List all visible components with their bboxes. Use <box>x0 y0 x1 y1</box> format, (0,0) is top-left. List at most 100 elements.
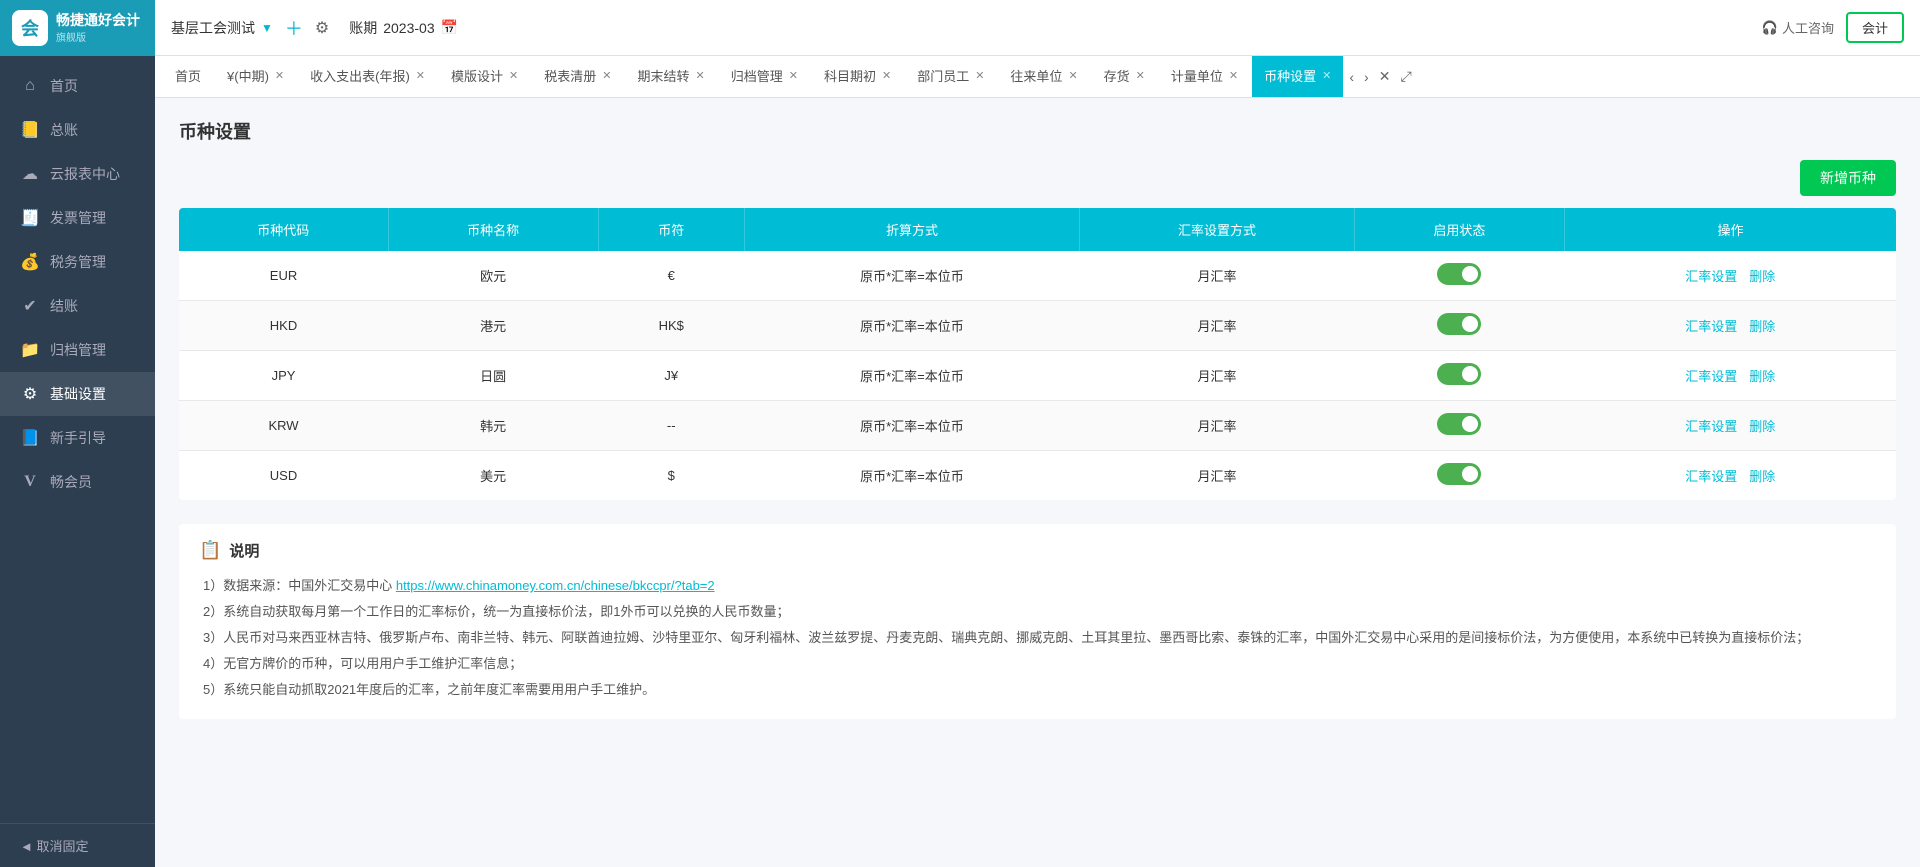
tab-close-icon[interactable]: ✕ <box>975 69 984 82</box>
close-all-tabs-button[interactable]: ✕ <box>1375 64 1395 89</box>
notice-section: 📋 说明 1）数据来源：中国外汇交易中心 https://www.chinamo… <box>179 524 1896 719</box>
calendar-icon: 📅 <box>441 19 458 36</box>
chinamoney-link[interactable]: https://www.chinamoney.com.cn/chinese/bk… <box>396 578 715 593</box>
member-icon: V <box>20 473 40 491</box>
sidebar-pin-toggle[interactable]: ◄ 取消固定 <box>0 823 155 867</box>
page-title: 币种设置 <box>179 118 1896 144</box>
cell-actions: 汇率设置删除 <box>1564 451 1896 501</box>
enabled-toggle[interactable] <box>1437 463 1481 485</box>
rate-settings-button[interactable]: 汇率设置 <box>1685 269 1737 284</box>
tab-close-icon[interactable]: ✕ <box>1136 69 1145 82</box>
cell-calc: 原币*汇率=本位币 <box>744 251 1079 301</box>
tab-template[interactable]: 模版设计 ✕ <box>439 56 530 97</box>
tab-close-icon[interactable]: ✕ <box>1322 69 1331 82</box>
tab-tax[interactable]: 税表清册 ✕ <box>532 56 623 97</box>
delete-button[interactable]: 删除 <box>1749 319 1775 334</box>
tab-label: ¥(中期) <box>227 66 269 85</box>
col-actions: 操作 <box>1564 208 1896 251</box>
delete-button[interactable]: 删除 <box>1749 469 1775 484</box>
tab-partner[interactable]: 往来单位 ✕ <box>998 56 1089 97</box>
col-rate: 汇率设置方式 <box>1080 208 1355 251</box>
main-area: 基层工会测试 ▼ ＋ ⚙ 账期 2023-03 📅 🎧 人工咨询 会计 首页 ¥… <box>155 0 1920 867</box>
tab-label: 期末结转 <box>637 66 689 85</box>
expand-tab-button[interactable]: ⤢ <box>1396 64 1415 89</box>
rate-settings-button[interactable]: 汇率设置 <box>1685 469 1737 484</box>
tab-next-button[interactable]: › <box>1360 65 1373 89</box>
sidebar-item-home[interactable]: ⌂ 首页 <box>0 64 155 108</box>
account-button[interactable]: 会计 <box>1846 12 1904 43</box>
new-currency-button[interactable]: 新增币种 <box>1800 160 1896 196</box>
tab-period-end[interactable]: 期末结转 ✕ <box>625 56 716 97</box>
table-row: HKD港元HK$原币*汇率=本位币月汇率汇率设置删除 <box>179 301 1896 351</box>
company-selector[interactable]: 基层工会测试 ▼ <box>171 18 273 38</box>
ledger-icon: 📒 <box>20 120 40 140</box>
sidebar-item-invoice[interactable]: 🧾 发票管理 <box>0 196 155 240</box>
tab-close-icon[interactable]: ✕ <box>416 69 425 82</box>
sidebar-item-label: 云报表中心 <box>50 164 120 184</box>
cell-name: 美元 <box>388 451 598 501</box>
tab-prev-button[interactable]: ‹ <box>1345 65 1358 89</box>
company-dropdown-icon: ▼ <box>261 21 273 35</box>
company-name: 基层工会测试 <box>171 18 255 38</box>
archive-icon: 📁 <box>20 340 40 360</box>
notice-item: 4）无官方牌价的币种，可以用用户手工维护汇率信息； <box>199 651 1876 677</box>
support-button[interactable]: 🎧 人工咨询 <box>1762 18 1834 37</box>
topbar-right: 🎧 人工咨询 会计 <box>1762 12 1904 43</box>
logo-icon: 会 <box>12 10 48 46</box>
tab-close-icon[interactable]: ✕ <box>789 69 798 82</box>
enabled-toggle[interactable] <box>1437 313 1481 335</box>
sidebar-item-member[interactable]: V 畅会员 <box>0 460 155 504</box>
cell-code: JPY <box>179 351 388 401</box>
sidebar-item-ledger[interactable]: 📒 总账 <box>0 108 155 152</box>
table-row: EUR欧元€原币*汇率=本位币月汇率汇率设置删除 <box>179 251 1896 301</box>
tab-close-icon[interactable]: ✕ <box>1229 69 1238 82</box>
sidebar-item-tax[interactable]: 💰 税务管理 <box>0 240 155 284</box>
delete-button[interactable]: 删除 <box>1749 419 1775 434</box>
rate-settings-button[interactable]: 汇率设置 <box>1685 419 1737 434</box>
enabled-toggle[interactable] <box>1437 363 1481 385</box>
cell-code: HKD <box>179 301 388 351</box>
tab-department[interactable]: 部门员工 ✕ <box>905 56 996 97</box>
tab-income[interactable]: 收入支出表(年报) ✕ <box>298 56 437 97</box>
cell-toggle <box>1354 401 1564 451</box>
delete-button[interactable]: 删除 <box>1749 369 1775 384</box>
tab-close-icon[interactable]: ✕ <box>509 69 518 82</box>
delete-button[interactable]: 删除 <box>1749 269 1775 284</box>
period-value: 2023-03 <box>383 20 434 36</box>
tab-home[interactable]: 首页 <box>163 56 213 97</box>
period-selector[interactable]: 账期 2023-03 📅 <box>349 18 458 38</box>
tab-close-icon[interactable]: ✕ <box>696 69 705 82</box>
col-code: 币种代码 <box>179 208 388 251</box>
tab-inventory[interactable]: 存货 ✕ <box>1092 56 1157 97</box>
tab-period[interactable]: ¥(中期) ✕ <box>215 56 296 97</box>
cell-symbol: J¥ <box>598 351 744 401</box>
tab-archive[interactable]: 归档管理 ✕ <box>719 56 810 97</box>
tab-close-icon[interactable]: ✕ <box>882 69 891 82</box>
sidebar-item-report[interactable]: ☁ 云报表中心 <box>0 152 155 196</box>
sidebar-item-settings[interactable]: ⚙ 基础设置 <box>0 372 155 416</box>
col-calc: 折算方式 <box>744 208 1079 251</box>
tab-label: 收入支出表(年报) <box>310 66 410 85</box>
tab-subject[interactable]: 科目期初 ✕ <box>812 56 903 97</box>
rate-settings-button[interactable]: 汇率设置 <box>1685 319 1737 334</box>
tab-close-icon[interactable]: ✕ <box>1068 69 1077 82</box>
company-settings-icon[interactable]: ⚙ <box>315 18 329 38</box>
cell-toggle <box>1354 351 1564 401</box>
enabled-toggle[interactable] <box>1437 413 1481 435</box>
rate-settings-button[interactable]: 汇率设置 <box>1685 369 1737 384</box>
sidebar-item-archive[interactable]: 📁 归档管理 <box>0 328 155 372</box>
tab-close-icon[interactable]: ✕ <box>275 69 284 82</box>
notice-title: 📋 说明 <box>199 540 1876 561</box>
sidebar-item-guide[interactable]: 📘 新手引导 <box>0 416 155 460</box>
sidebar-item-checkout[interactable]: ✔ 结账 <box>0 284 155 328</box>
notice-icon: 📋 <box>199 540 221 561</box>
tab-unit[interactable]: 计量单位 ✕ <box>1159 56 1250 97</box>
tab-close-icon[interactable]: ✕ <box>602 69 611 82</box>
cell-rate: 月汇率 <box>1080 401 1355 451</box>
enabled-toggle[interactable] <box>1437 263 1481 285</box>
tab-label: 税表清册 <box>544 66 596 85</box>
tab-currency[interactable]: 币种设置 ✕ <box>1252 56 1343 97</box>
tab-label: 存货 <box>1104 66 1130 85</box>
cell-toggle <box>1354 301 1564 351</box>
add-company-button[interactable]: ＋ <box>285 15 303 41</box>
